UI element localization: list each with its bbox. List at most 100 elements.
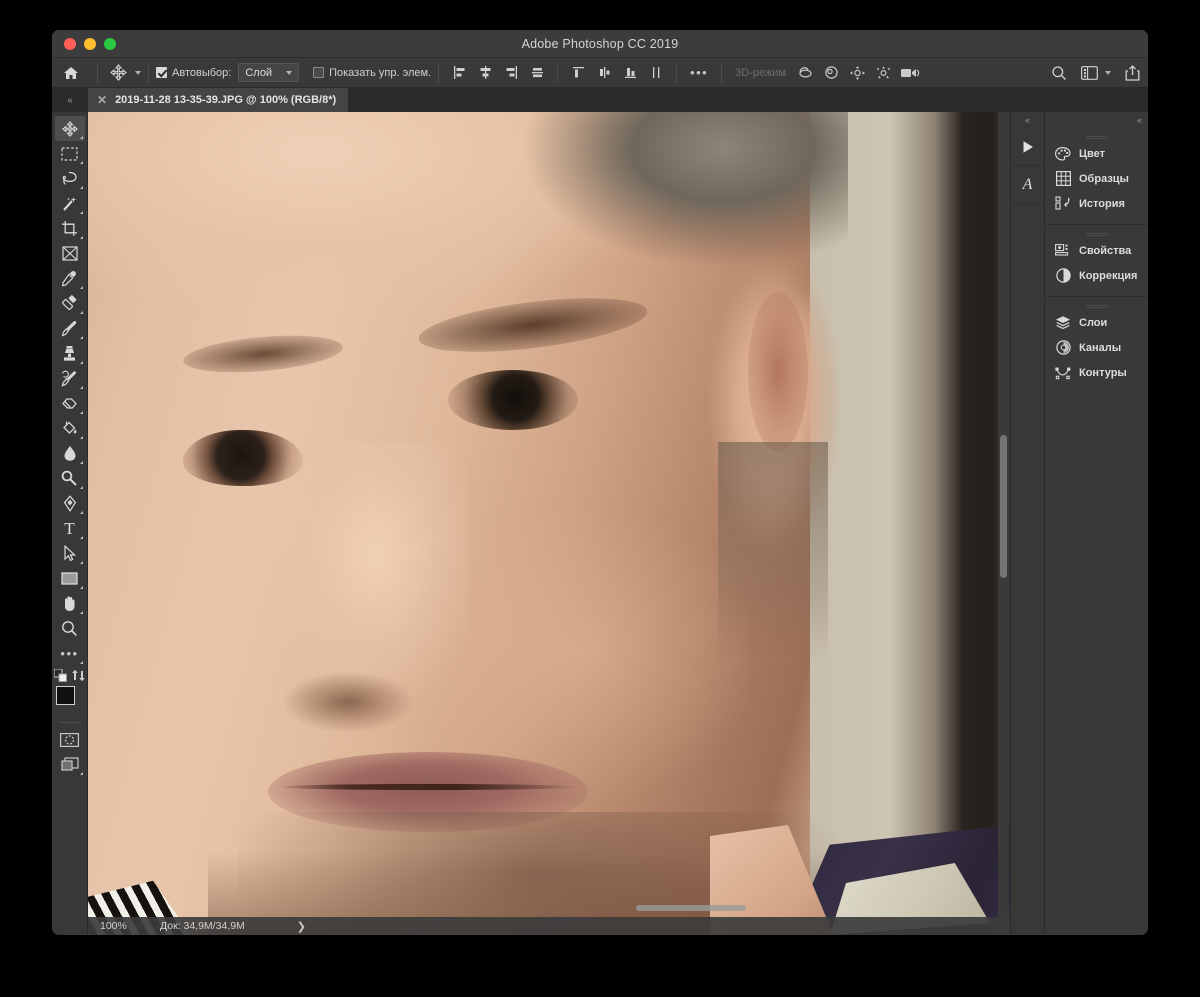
foreground-color-swatch[interactable]: [55, 686, 75, 705]
distribute-left-edges-icon[interactable]: [643, 60, 669, 86]
tool-flyout-indicator: [79, 336, 83, 339]
more-options-button[interactable]: •••: [684, 65, 714, 80]
tool-eyedropper[interactable]: [55, 266, 85, 291]
document-size-info: Док: 34,9М/34,9М: [160, 920, 245, 932]
panel-item-history[interactable]: История: [1045, 191, 1148, 216]
tool-path-selection[interactable]: [55, 541, 85, 566]
document-tab[interactable]: ✕ 2019-11-28 13-35-39.JPG @ 100% (RGB/8*…: [88, 88, 349, 112]
tool-clone-stamp[interactable]: [55, 341, 85, 366]
divider: [721, 62, 723, 83]
tool-flyout-indicator: [79, 236, 83, 239]
chevron-double-right-icon[interactable]: «: [1045, 112, 1148, 128]
orbit-3d-icon[interactable]: [792, 65, 818, 80]
chevron-right-icon[interactable]: ❯: [297, 920, 306, 933]
distribute-top-edges-icon[interactable]: [565, 60, 591, 86]
auto-select-scope-dropdown[interactable]: Слой: [238, 63, 300, 82]
distribute-buttons-group: [565, 60, 669, 86]
tool-flyout-indicator: [79, 311, 83, 314]
swap-colors-icon[interactable]: [72, 669, 85, 682]
distribute-bottom-edges-icon[interactable]: [617, 60, 643, 86]
tool-move[interactable]: [54, 116, 85, 141]
canvas-area[interactable]: 100% Док: 34,9М/34,9М ❯: [88, 112, 1010, 935]
tool-flyout-indicator: [79, 486, 83, 489]
panel-item-adjustments[interactable]: Коррекция: [1045, 263, 1148, 288]
align-horizontal-centers-icon[interactable]: [472, 60, 498, 86]
camera-3d-icon[interactable]: [896, 66, 924, 80]
align-right-edges-icon[interactable]: [498, 60, 524, 86]
actions-panel-button[interactable]: [1010, 128, 1045, 166]
workspace-switcher-button[interactable]: [1081, 66, 1111, 80]
chevron-down-icon[interactable]: [135, 70, 141, 75]
color-palette-icon: [1055, 146, 1071, 162]
tool-edit-toolbar[interactable]: •••: [55, 641, 85, 666]
roll-3d-icon[interactable]: [818, 65, 844, 80]
show-transform-controls-checkbox[interactable]: [313, 67, 325, 78]
align-vertical-centers-icon[interactable]: [524, 60, 550, 86]
horizontal-scrollbar-thumb[interactable]: [636, 905, 746, 911]
tool-brush[interactable]: [55, 316, 85, 341]
chevron-double-left-icon[interactable]: «: [1011, 112, 1044, 128]
home-icon[interactable]: [52, 58, 90, 88]
workspace-icon: [1081, 66, 1098, 80]
tool-zoom[interactable]: [55, 616, 85, 641]
panel-grip[interactable]: [1045, 134, 1148, 141]
panel-collapse-left-icon[interactable]: «: [52, 88, 88, 112]
tool-healing-brush[interactable]: [55, 291, 85, 316]
tool-rectangular-marquee[interactable]: [55, 141, 85, 166]
vertical-scrollbar-thumb[interactable]: [1000, 435, 1007, 578]
tool-crop[interactable]: [55, 216, 85, 241]
divider: [438, 62, 440, 83]
panel-item-label: Контуры: [1079, 366, 1127, 379]
layers-icon: [1055, 315, 1071, 331]
tool-flyout-indicator: [79, 211, 83, 214]
panel-item-layers[interactable]: Слои: [1045, 310, 1148, 335]
tool-dodge[interactable]: [55, 466, 85, 491]
tool-hand[interactable]: [55, 591, 85, 616]
document-image: [88, 112, 1010, 935]
default-colors-icon[interactable]: [54, 669, 67, 682]
adjustments-circle-icon: [1055, 268, 1071, 284]
panel-grip[interactable]: [1045, 231, 1148, 238]
slide-3d-icon[interactable]: [870, 65, 896, 81]
toolbox: T •••: [52, 112, 88, 935]
options-bar-right-group: [1051, 58, 1140, 88]
quick-mask-icon[interactable]: [55, 727, 85, 752]
tool-magic-wand[interactable]: [55, 191, 85, 216]
search-icon[interactable]: [1051, 65, 1067, 81]
panel-item-swatches[interactable]: Образцы: [1045, 166, 1148, 191]
panel-item-label: Слои: [1079, 316, 1108, 329]
move-tool-icon[interactable]: [105, 58, 131, 88]
character-panel-button[interactable]: A: [1010, 166, 1045, 204]
tool-rectangle-shape[interactable]: [55, 566, 85, 591]
workspace: T ••• 100% Док: 34,9М/34,9М ❯ « A « Цвет…: [52, 112, 1148, 935]
screen-mode-icon[interactable]: [55, 752, 85, 777]
panel-item-color[interactable]: Цвет: [1045, 141, 1148, 166]
tool-flyout-indicator: [79, 436, 83, 439]
tool-history-brush[interactable]: [55, 366, 85, 391]
tool-lasso[interactable]: [55, 166, 85, 191]
tool-type[interactable]: T: [55, 516, 85, 541]
panel-item-channels[interactable]: Каналы: [1045, 335, 1148, 360]
panel-item-properties[interactable]: Свойства: [1045, 238, 1148, 263]
panel-item-paths[interactable]: Контуры: [1045, 360, 1148, 385]
distribute-vertical-centers-icon[interactable]: [591, 60, 617, 86]
right-icon-rail: « A: [1010, 112, 1045, 935]
window-title: Adobe Photoshop CC 2019: [521, 36, 679, 51]
tool-frame[interactable]: [55, 241, 85, 266]
panel-dock: « Цвет Образцы История Свойства Коррекци…: [1044, 112, 1148, 935]
share-icon[interactable]: [1125, 65, 1140, 81]
align-left-edges-icon[interactable]: [446, 60, 472, 86]
pan-3d-icon[interactable]: [844, 65, 870, 81]
tool-flyout-indicator: [79, 611, 83, 614]
panel-grip[interactable]: [1045, 303, 1148, 310]
tool-pen[interactable]: [55, 491, 85, 516]
tool-paint-bucket[interactable]: [55, 416, 85, 441]
auto-select-checkbox[interactable]: [156, 67, 167, 78]
tool-eraser[interactable]: [55, 391, 85, 416]
close-icon[interactable]: ✕: [97, 94, 107, 106]
tool-flyout-indicator: [79, 286, 83, 289]
zoom-level[interactable]: 100%: [100, 920, 160, 932]
panel-group-layers: Слои Каналы Контуры: [1045, 297, 1148, 393]
tool-blur[interactable]: [55, 441, 85, 466]
color-swatches: [55, 686, 85, 716]
